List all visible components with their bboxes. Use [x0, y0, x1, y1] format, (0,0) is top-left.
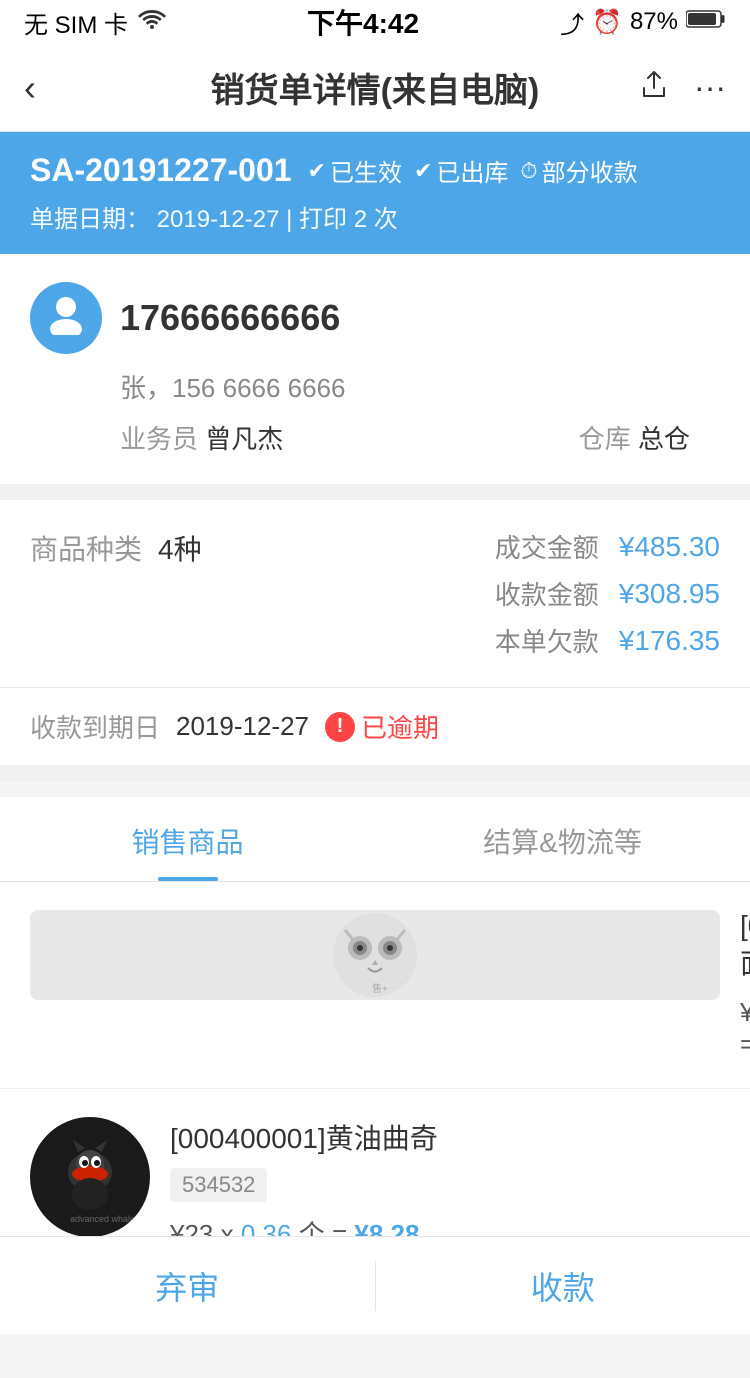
tab-bar: 销售商品 结算&物流等: [0, 797, 750, 882]
deal-stat: 成交金额 ¥485.30: [495, 528, 720, 565]
avatar: [30, 282, 102, 354]
location-icon: ⤴: [560, 5, 584, 40]
order-meta: 单据日期： 2019-12-27 | 打印 2 次: [30, 199, 720, 234]
stats-left: 商品种类 4种: [30, 528, 202, 568]
svg-text:售+: 售+: [372, 982, 388, 995]
share-icon[interactable]: [638, 68, 670, 108]
svg-text:advanced whale: advanced whale: [70, 1214, 135, 1224]
alarm-icon: ⏰: [592, 8, 622, 37]
tab-logistics[interactable]: 结算&物流等: [375, 797, 750, 881]
warehouse-name: 总仓: [638, 419, 690, 456]
product-thumbnail-1: 售+: [30, 910, 720, 1000]
tab-logistics-label: 结算&物流等: [483, 827, 642, 858]
stats-section: 商品种类 4种 成交金额 ¥485.30 收款金额 ¥308.95 本单欠款 ¥…: [0, 500, 750, 687]
receipt-stat: 收款金额 ¥308.95: [495, 575, 720, 612]
order-banner: SA-20191227-001 ✔ 已生效 ✔ 已出库 ⏱ 部分收款 单据日期：…: [0, 132, 750, 254]
clock-icon: ⏱: [520, 158, 537, 184]
receipt-label: 收款金额: [495, 575, 599, 612]
product-list: 售+ [0000002]面包 ¥40 x 5 袋 = ¥199.99: [0, 882, 750, 1280]
divider-1: [0, 484, 750, 500]
product-info-1: [0000002]面包 ¥40 x 5 袋 = ¥199.99: [740, 910, 750, 1060]
divider-3: [0, 765, 750, 781]
order-print-label: 打印: [299, 206, 347, 233]
customer-info: 张，156 6666 6666: [30, 368, 720, 405]
kind-value: 4种: [158, 528, 202, 568]
customer-meta: 业务员 曾凡杰 仓库 总仓: [30, 419, 720, 456]
debt-stat: 本单欠款 ¥176.35: [495, 622, 720, 659]
overdue-badge: ! 已逾期: [325, 708, 439, 745]
product-name-2: [000400001]黄油曲奇: [170, 1117, 720, 1157]
page-title: 销货单详情(来自电脑): [211, 63, 540, 112]
sales-label: 业务员: [120, 419, 198, 456]
person-icon: [44, 291, 88, 345]
order-print-unit: 次: [374, 206, 398, 233]
back-button[interactable]: ‹: [14, 57, 46, 119]
warehouse-label: 仓库: [579, 419, 631, 456]
price-1: ¥40: [740, 997, 750, 1027]
order-print-count: 2: [354, 206, 367, 233]
due-section: 收款到期日 2019-12-27 ! 已逾期: [0, 688, 750, 765]
status-time: 下午4:42: [307, 2, 419, 42]
tab-products[interactable]: 销售商品: [0, 797, 375, 881]
debt-amount: ¥176.35: [619, 625, 720, 657]
order-banner-top: SA-20191227-001 ✔ 已生效 ✔ 已出库 ⏱ 部分收款: [30, 152, 720, 189]
badge-shipped: ✔ 已出库: [414, 153, 508, 188]
more-icon[interactable]: ···: [694, 69, 726, 106]
product-info-2: [000400001]黄油曲奇 534532 ¥23 x 0.36 个 = ¥8…: [170, 1117, 720, 1251]
order-number: SA-20191227-001: [30, 152, 292, 189]
overdue-text: 已逾期: [361, 708, 439, 745]
nav-actions: ···: [638, 68, 726, 108]
wifi-icon: [138, 8, 166, 36]
deal-amount: ¥485.30: [619, 531, 720, 563]
status-left: 无 SIM 卡: [24, 5, 166, 40]
customer-phone: 17666666666: [120, 297, 340, 339]
confirm-button[interactable]: 收款: [376, 1243, 750, 1329]
product-thumbnail-2: advanced whale: [30, 1117, 150, 1237]
tab-products-label: 销售商品: [131, 827, 243, 858]
product-name-1: [0000002]面包: [740, 910, 750, 982]
overdue-icon: !: [325, 712, 355, 742]
bottom-bar: 弃审 收款: [0, 1236, 750, 1334]
badge-active: ✔ 已生效: [308, 153, 402, 188]
table-row: 售+ [0000002]面包 ¥40 x 5 袋 = ¥199.99: [0, 882, 750, 1089]
deal-label: 成交金额: [495, 528, 599, 565]
eq-1: =: [740, 1029, 750, 1059]
badge-partial-label: 部分收款: [542, 153, 638, 188]
nav-bar: ‹ 销货单详情(来自电脑) ···: [0, 44, 750, 132]
status-right: ⤴ ⏰ 87%: [560, 5, 726, 40]
order-meta-date-label: 单据日期：: [30, 206, 150, 233]
product-sku-2: 534532: [170, 1168, 267, 1202]
due-date: 2019-12-27: [176, 711, 309, 742]
stats-right: 成交金额 ¥485.30 收款金额 ¥308.95 本单欠款 ¥176.35: [495, 528, 720, 659]
order-meta-date: 2019-12-27: [157, 206, 280, 233]
badge-partial: ⏱ 部分收款: [520, 153, 637, 188]
sales-name: 曾凡杰: [205, 419, 283, 456]
status-bar: 无 SIM 卡 下午4:42 ⤴ ⏰ 87%: [0, 0, 750, 44]
battery-icon: [686, 8, 726, 36]
check-icon-2: ✔: [414, 158, 432, 184]
cancel-button[interactable]: 弃审: [0, 1243, 375, 1329]
check-icon-1: ✔: [308, 158, 326, 184]
debt-label: 本单欠款: [495, 622, 599, 659]
receipt-amount: ¥308.95: [619, 578, 720, 610]
badge-shipped-label: 已出库: [436, 153, 508, 188]
carrier-text: 无 SIM 卡: [24, 5, 128, 40]
customer-section: 17666666666 张，156 6666 6666 业务员 曾凡杰 仓库 总…: [0, 254, 750, 484]
due-label: 收款到期日: [30, 708, 160, 745]
stats-row: 商品种类 4种 成交金额 ¥485.30 收款金额 ¥308.95 本单欠款 ¥…: [30, 528, 720, 659]
kind-label: 商品种类: [30, 528, 142, 568]
battery-text: 87%: [630, 8, 678, 36]
customer-top: 17666666666: [30, 282, 720, 354]
badge-active-label: 已生效: [330, 153, 402, 188]
product-price-1: ¥40 x 5 袋 = ¥199.99: [740, 992, 750, 1060]
status-badges: ✔ 已生效 ✔ 已出库 ⏱ 部分收款: [308, 153, 638, 188]
order-meta-sep: |: [286, 206, 299, 233]
